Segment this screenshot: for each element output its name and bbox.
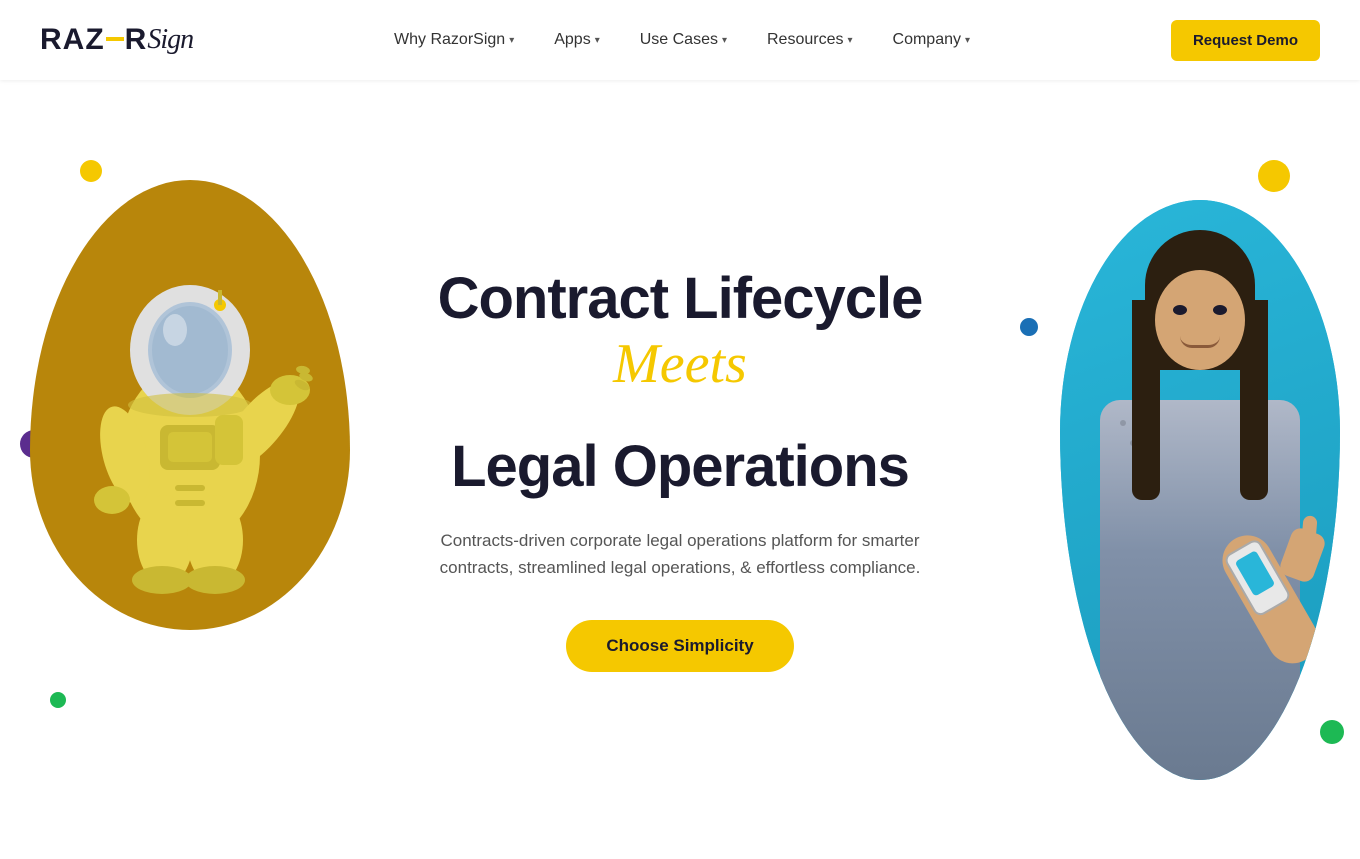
dot-green-bottomleft <box>50 692 66 708</box>
hero-title-line1: Contract Lifecycle <box>438 266 923 331</box>
person-background <box>1060 200 1340 780</box>
nav-label-why-razorsign: Why RazorSign <box>394 31 505 49</box>
hero-title: Contract Lifecycle Meets Legal Operation… <box>420 267 940 499</box>
nav-item-resources[interactable]: Resources ▾ <box>751 23 869 57</box>
astronaut-figure <box>40 170 340 640</box>
chevron-down-icon: ▾ <box>847 35 852 46</box>
person-face <box>1155 270 1245 370</box>
hero-title-meets: Meets <box>420 331 940 398</box>
chevron-down-icon: ▾ <box>595 35 600 46</box>
chevron-down-icon: ▾ <box>722 35 727 46</box>
hero-content: Contract Lifecycle Meets Legal Operation… <box>420 267 940 671</box>
dot-yellow-topright <box>1258 160 1290 192</box>
astronaut-svg <box>50 195 330 615</box>
nav-label-apps: Apps <box>554 31 590 49</box>
chevron-down-icon: ▾ <box>965 35 970 46</box>
choose-simplicity-button[interactable]: Choose Simplicity <box>566 620 793 672</box>
nav-links: Why RazorSign ▾ Apps ▾ Use Cases ▾ Resou… <box>378 23 986 57</box>
hero-subtitle: Contracts-driven corporate legal operati… <box>420 527 940 581</box>
logo-sign: Sign <box>147 24 193 56</box>
nav-item-company[interactable]: Company ▾ <box>877 23 987 57</box>
dot-blue-center <box>1020 318 1038 336</box>
chevron-down-icon: ▾ <box>509 35 514 46</box>
navigation: RAZR Sign Why RazorSign ▾ Apps ▾ Use Cas… <box>0 0 1360 80</box>
nav-item-apps[interactable]: Apps ▾ <box>538 23 616 57</box>
logo-razor: RAZR <box>40 23 147 57</box>
logo[interactable]: RAZR Sign <box>40 23 193 57</box>
request-demo-button[interactable]: Request Demo <box>1171 20 1320 61</box>
hero-section: Contract Lifecycle Meets Legal Operation… <box>0 80 1360 859</box>
nav-label-use-cases: Use Cases <box>640 31 718 49</box>
nav-label-company: Company <box>893 31 961 49</box>
hero-title-line2: Legal Operations <box>451 434 909 499</box>
nav-item-why-razorsign[interactable]: Why RazorSign ▾ <box>378 23 530 57</box>
astronaut-image <box>0 160 380 640</box>
nav-item-use-cases[interactable]: Use Cases ▾ <box>624 23 743 57</box>
nav-label-resources: Resources <box>767 31 843 49</box>
person-image <box>1060 200 1340 780</box>
